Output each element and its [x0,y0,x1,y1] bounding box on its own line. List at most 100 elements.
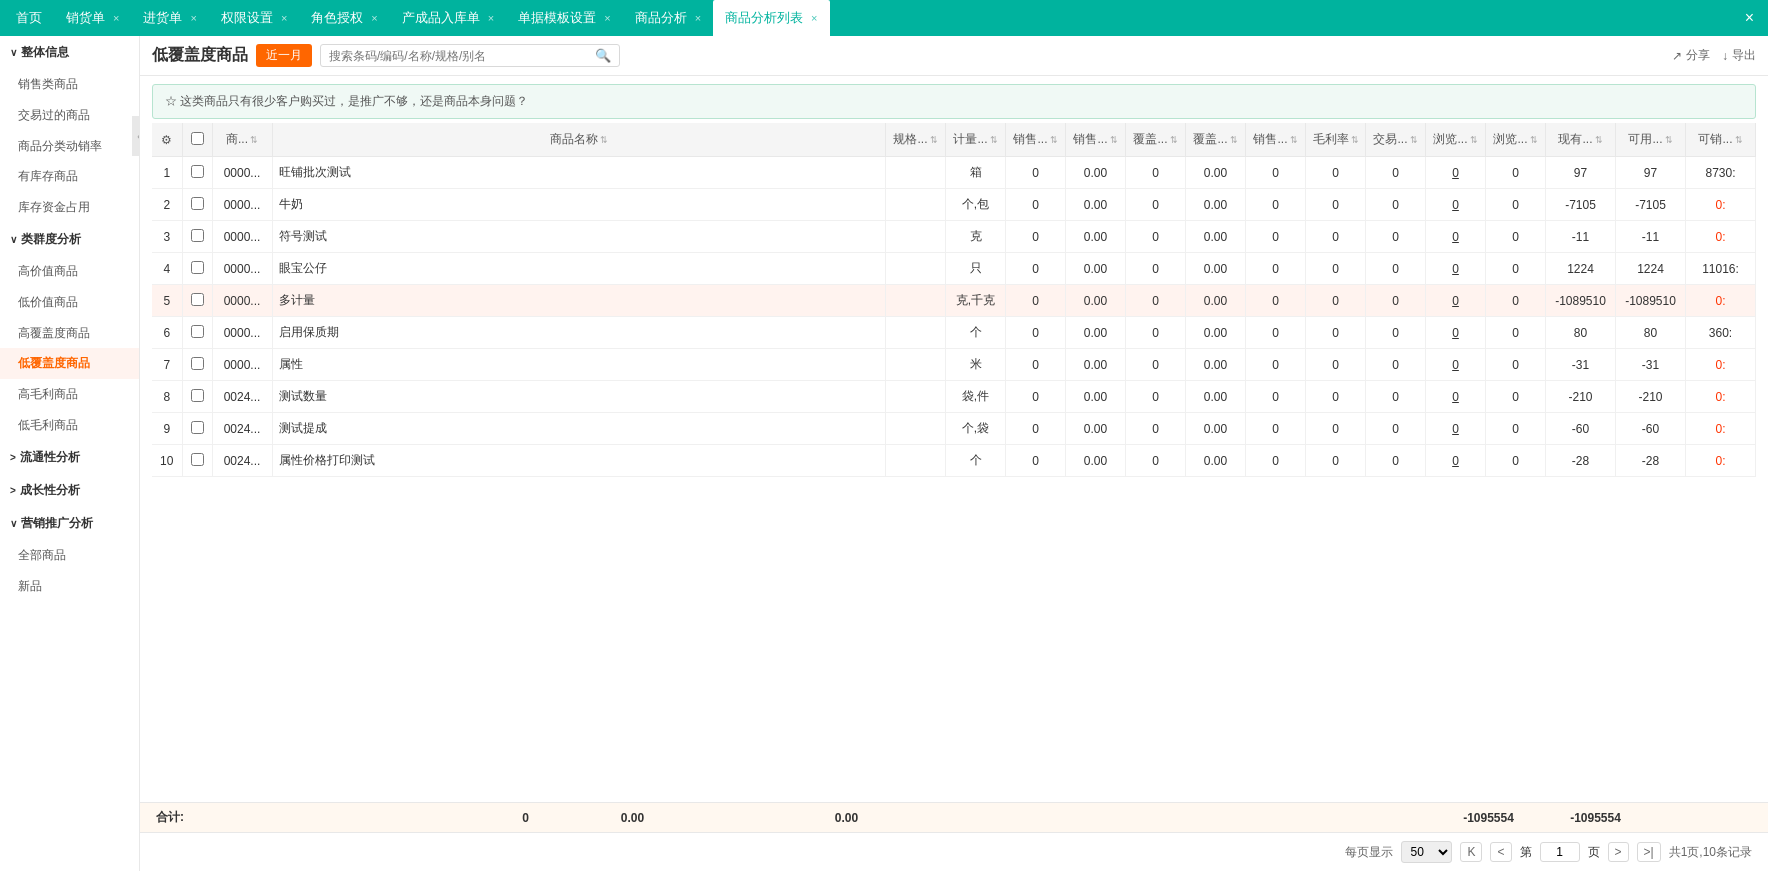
prev-page-button[interactable]: < [1490,842,1511,862]
sidebar-item-sales-goods[interactable]: 销售类商品 [0,69,139,100]
col-unit[interactable]: 计量...⇅ [946,123,1006,157]
col-saleable[interactable]: 可销...⇅ [1686,123,1756,157]
sidebar-section-cluster[interactable]: ∨ 类群度分析 [0,223,139,256]
page-size-label: 每页显示 [1345,844,1393,861]
page-size-select[interactable]: 50 100 200 [1401,841,1452,863]
col-sales3[interactable]: 销售...⇅ [1246,123,1306,157]
row-sales-qty: 0 [1006,189,1066,221]
row-margin: 0 [1306,253,1366,285]
row-sales-amt: 0.00 [1066,445,1126,477]
sidebar-item-high-coverage[interactable]: 高覆盖度商品 [0,318,139,349]
sidebar-collapse-button[interactable]: « [132,116,140,156]
nav-permissions[interactable]: 权限设置 × [209,0,299,36]
col-settings[interactable]: ⚙ [152,123,182,157]
col-sales-qty[interactable]: 销售...⇅ [1006,123,1066,157]
row-unit: 克,千克 [946,285,1006,317]
sidebar-item-low-value[interactable]: 低价值商品 [0,287,139,318]
row-checkbox[interactable] [182,157,212,189]
sidebar-item-traded-goods[interactable]: 交易过的商品 [0,100,139,131]
sidebar-item-new-goods[interactable]: 新品 [0,571,139,602]
next-page-button[interactable]: > [1608,842,1629,862]
row-browse1[interactable]: 0 [1426,157,1486,189]
row-checkbox[interactable] [182,221,212,253]
nav-roles[interactable]: 角色授权 × [299,0,389,36]
row-browse1[interactable]: 0 [1426,445,1486,477]
share-button[interactable]: ↗ 分享 [1672,47,1710,64]
page-number-input[interactable]: 1 [1540,842,1580,862]
search-input[interactable] [329,49,591,63]
close-icon[interactable]: × [488,0,494,36]
export-button[interactable]: ↓ 导出 [1722,47,1756,64]
first-page-button[interactable]: K [1460,842,1482,862]
row-checkbox[interactable] [182,413,212,445]
sidebar-item-low-margin[interactable]: 低毛利商品 [0,410,139,441]
nav-sales[interactable]: 销货单 × [54,0,131,36]
nav-home[interactable]: 首页 [4,0,54,36]
sidebar-section-growth[interactable]: > 成长性分析 [0,474,139,507]
date-filter-button[interactable]: 近一月 [256,44,312,67]
share-icon: ↗ [1672,49,1682,63]
select-all-checkbox[interactable] [191,132,204,145]
close-icon[interactable]: × [113,0,119,36]
nav-templates[interactable]: 单据模板设置 × [506,0,622,36]
col-spec[interactable]: 规格...⇅ [886,123,946,157]
sidebar-section-flow-label: 流通性分析 [20,449,80,466]
sidebar-item-all-goods[interactable]: 全部商品 [0,540,139,571]
nav-product-analysis-list[interactable]: 商品分析列表 × [713,0,829,36]
row-checkbox[interactable] [182,253,212,285]
row-browse1[interactable]: 0 [1426,317,1486,349]
row-checkbox[interactable] [182,381,212,413]
row-browse1[interactable]: 0 [1426,285,1486,317]
sidebar-item-inventory-capital[interactable]: 库存资金占用 [0,192,139,223]
row-sales3: 0 [1246,285,1306,317]
row-checkbox[interactable] [182,349,212,381]
sidebar-item-stocked-goods[interactable]: 有库存商品 [0,161,139,192]
nav-permissions-label: 权限设置 [221,0,273,36]
nav-product-analysis[interactable]: 商品分析 × [623,0,713,36]
col-margin[interactable]: 毛利率⇅ [1306,123,1366,157]
row-browse1[interactable]: 0 [1426,381,1486,413]
close-icon[interactable]: × [695,0,701,36]
col-browse2[interactable]: 浏览...⇅ [1486,123,1546,157]
sidebar-section-marketing[interactable]: ∨ 营销推广分析 [0,507,139,540]
col-cover1[interactable]: 覆盖...⇅ [1126,123,1186,157]
table-row: 3 0000... 符号测试 克 0 0.00 0 0.00 0 0 0 0 0… [152,221,1756,253]
col-available[interactable]: 可用...⇅ [1616,123,1686,157]
close-icon[interactable]: × [604,0,610,36]
col-name[interactable]: 商品名称⇅ [272,123,886,157]
close-icon[interactable]: × [371,0,377,36]
row-browse1[interactable]: 0 [1426,189,1486,221]
col-trade[interactable]: 交易...⇅ [1366,123,1426,157]
row-checkbox[interactable] [182,317,212,349]
row-unit: 个 [946,317,1006,349]
sidebar-item-low-coverage[interactable]: 低覆盖度商品 [0,348,139,379]
row-browse1[interactable]: 0 [1426,253,1486,285]
sidebar-item-high-margin[interactable]: 高毛利商品 [0,379,139,410]
last-page-button[interactable]: >| [1637,842,1661,862]
row-sales3: 0 [1246,189,1306,221]
col-code[interactable]: 商...⇅ [212,123,272,157]
sidebar-item-category-rate[interactable]: 商品分类动销率 [0,131,139,162]
close-icon[interactable]: × [281,0,287,36]
header-actions: ↗ 分享 ↓ 导出 [1672,47,1756,64]
close-all-button[interactable]: × [1735,0,1764,36]
sidebar-section-flow[interactable]: > 流通性分析 [0,441,139,474]
row-browse1[interactable]: 0 [1426,221,1486,253]
col-cover2[interactable]: 覆盖...⇅ [1186,123,1246,157]
nav-products[interactable]: 产成品入库单 × [390,0,506,36]
table-row: 8 0024... 测试数量 袋,件 0 0.00 0 0.00 0 0 0 0… [152,381,1756,413]
col-current[interactable]: 现有...⇅ [1546,123,1616,157]
col-sales-amt[interactable]: 销售...⇅ [1066,123,1126,157]
row-sales-amt: 0.00 [1066,253,1126,285]
row-browse1[interactable]: 0 [1426,349,1486,381]
row-checkbox[interactable] [182,285,212,317]
close-icon[interactable]: × [190,0,196,36]
row-browse1[interactable]: 0 [1426,413,1486,445]
close-icon[interactable]: × [811,0,817,36]
sidebar-item-high-value[interactable]: 高价值商品 [0,256,139,287]
row-checkbox[interactable] [182,445,212,477]
sidebar-section-overall[interactable]: ∨ 整体信息 [0,36,139,69]
nav-purchase[interactable]: 进货单 × [131,0,208,36]
row-checkbox[interactable] [182,189,212,221]
col-browse1[interactable]: 浏览...⇅ [1426,123,1486,157]
